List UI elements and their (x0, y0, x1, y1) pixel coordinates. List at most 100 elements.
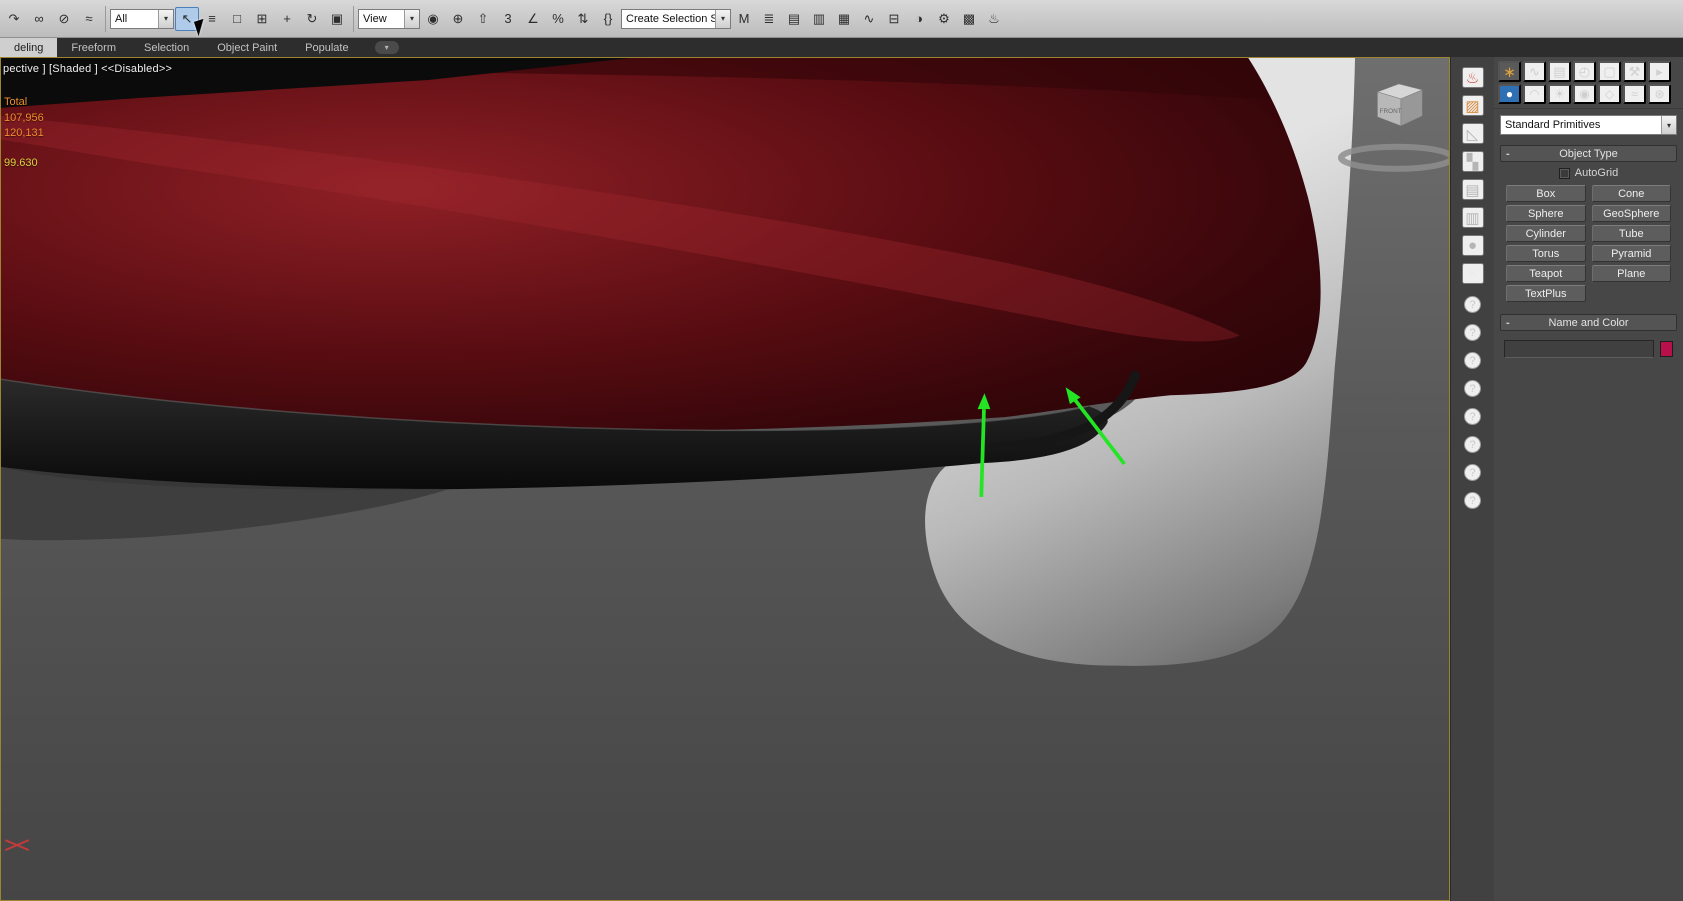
sphere-icon[interactable]: ● (1461, 235, 1484, 256)
stack-icon[interactable]: ▤ (1461, 179, 1484, 200)
angle-snap-icon[interactable]: ∠ (521, 7, 545, 31)
category-geometry[interactable]: ● (1498, 84, 1521, 104)
primitive-button[interactable]: GeoSphere (1591, 205, 1671, 222)
tab-motion[interactable]: ◴ (1573, 61, 1596, 82)
primitive-button[interactable]: Torus (1506, 245, 1586, 262)
use-pivot-center-icon[interactable]: ◉ (421, 7, 445, 31)
keyboard-override-icon[interactable]: ⇧ (471, 7, 495, 31)
window-crossing-icon[interactable]: ⊞ (250, 7, 274, 31)
checker-icon[interactable]: ▚ (1461, 151, 1484, 172)
primitive-button[interactable]: Pyramid (1591, 245, 1671, 262)
select-and-move-icon[interactable]: + (275, 7, 299, 31)
tab-hierarchy[interactable]: ▤ (1548, 61, 1571, 82)
primitive-button[interactable]: Plane (1591, 265, 1671, 282)
question-icon[interactable]: ? (1464, 492, 1481, 509)
primitive-button[interactable]: TextPlus (1506, 285, 1586, 302)
selection-filter-dropdown[interactable]: All ▾ (110, 8, 174, 29)
viewport-label[interactable]: pective ] [Shaded ] <<Disabled>> (3, 63, 172, 75)
rect-selection-region-icon[interactable]: □ (225, 7, 249, 31)
select-by-name-icon[interactable]: ≡ (200, 7, 224, 31)
material-editor-icon[interactable]: ◑ (907, 7, 931, 31)
side-toolbar-strip: ♨ ▨ ◺ ▚ ▤ ▥ ● × ???????? (1450, 57, 1494, 901)
coordinate-system-dropdown[interactable]: View ▾ (358, 8, 420, 29)
object-type-rollout-header[interactable]: - Object Type (1500, 145, 1677, 162)
primitive-type-dropdown[interactable]: Standard Primitives ▾ (1500, 115, 1677, 135)
category-lights[interactable]: ☀ (1548, 84, 1571, 104)
scene-explorer-icon[interactable]: ▥ (807, 7, 831, 31)
category-spacewarps[interactable]: ≈ (1623, 84, 1646, 104)
ribbon-tab[interactable]: Object Paint (203, 38, 291, 57)
select-and-scale-icon[interactable]: ▣ (325, 7, 349, 31)
ribbon-tab[interactable]: Populate (291, 38, 362, 57)
viewcube-face-label: FRONT (1380, 108, 1402, 115)
primitive-button[interactable]: Cylinder (1506, 225, 1586, 242)
name-color-row (1494, 331, 1683, 367)
unlink-selection-icon[interactable]: ⊘ (52, 7, 76, 31)
category-helpers[interactable]: ◇ (1598, 84, 1621, 104)
question-icon[interactable]: ? (1464, 464, 1481, 481)
edit-named-sets-icon[interactable]: {} (596, 7, 620, 31)
render-production-icon[interactable]: ♨ (982, 7, 1006, 31)
render-setup-icon[interactable]: ⚙ (932, 7, 956, 31)
rendered-frame-icon[interactable]: ▩ (957, 7, 981, 31)
select-object-icon[interactable]: ↖ (175, 6, 199, 31)
autogrid-checkbox[interactable] (1558, 167, 1570, 179)
manage-layers-icon[interactable]: ▤ (782, 7, 806, 31)
command-panel-tabs: ∗ ∿ ▤ ◴ ▢ ⚒ ▸ (1494, 57, 1683, 83)
category-shapes[interactable]: ◠ (1523, 84, 1546, 104)
category-cameras[interactable]: ◉ (1573, 84, 1596, 104)
question-icon[interactable]: ? (1464, 296, 1481, 313)
ribbon-tab[interactable]: deling (0, 38, 58, 57)
object-name-field[interactable] (1504, 340, 1654, 358)
stats-verts-value: 120,131 (4, 127, 44, 139)
select-and-manipulate-icon[interactable]: ⊕ (446, 7, 470, 31)
tab-modify[interactable]: ∿ (1523, 61, 1546, 82)
viewport-statistics: Total 107,956 120,131 99.630 (4, 95, 44, 171)
selection-filter-value: All (115, 12, 128, 25)
align-icon[interactable]: ≣ (757, 7, 781, 31)
tab-create[interactable]: ∗ (1498, 61, 1521, 82)
mirror-icon[interactable]: M (732, 7, 756, 31)
ruler-icon[interactable]: ◺ (1461, 123, 1484, 144)
ribbon-tab[interactable]: Freeform (57, 38, 130, 57)
tab-utilities[interactable]: ⚒ (1623, 61, 1646, 82)
select-and-rotate-icon[interactable]: ↻ (300, 7, 324, 31)
category-systems[interactable]: ⊛ (1648, 84, 1671, 104)
schematic-view-icon[interactable]: ⊟ (882, 7, 906, 31)
ribbon-toggle-icon[interactable]: ▦ (832, 7, 856, 31)
spinner-snap-icon[interactable]: ⇅ (571, 7, 595, 31)
ribbon-config-button[interactable]: ▾ (374, 41, 399, 54)
redo-icon[interactable]: ↷ (2, 7, 26, 31)
bucket-icon[interactable]: ▨ (1461, 95, 1484, 116)
teapot-icon[interactable]: ♨ (1461, 67, 1484, 88)
chevron-down-icon: ▾ (404, 9, 419, 28)
percent-snap-icon[interactable]: % (546, 7, 570, 31)
primitive-button[interactable]: Teapot (1506, 265, 1586, 282)
curve-editor-icon[interactable]: ∿ (857, 7, 881, 31)
command-panel: ∗ ∿ ▤ ◴ ▢ ⚒ ▸ ● ◠ ☀ ◉ ◇ ≈ ⊛ Standard Primitives ▾ - … (1494, 57, 1683, 901)
viewport-canvas[interactable]: FRONT (1, 58, 1449, 900)
object-color-swatch[interactable] (1660, 341, 1673, 357)
question-icon[interactable]: ? (1464, 408, 1481, 425)
toolbar-separator (353, 5, 354, 32)
main-area: FRONT pective ] [Shaded ] <<Disabled>> T… (0, 57, 1683, 901)
bind-to-space-warp-icon[interactable]: ≈ (77, 7, 101, 31)
question-icon[interactable]: ? (1464, 436, 1481, 453)
ribbon-tab[interactable]: Selection (130, 38, 203, 57)
window-icon[interactable]: ▥ (1461, 207, 1484, 228)
primitive-button[interactable]: Sphere (1506, 205, 1586, 222)
tab-display[interactable]: ▢ (1598, 61, 1621, 82)
question-icon[interactable]: ? (1464, 324, 1481, 341)
select-and-link-icon[interactable]: ∞ (27, 7, 51, 31)
name-color-rollout-header[interactable]: - Name and Color (1500, 314, 1677, 331)
primitive-button[interactable]: Box (1506, 185, 1586, 202)
close-icon[interactable]: × (1461, 263, 1484, 284)
tab-overflow-arrow[interactable]: ▸ (1648, 61, 1671, 82)
primitive-button[interactable]: Cone (1591, 185, 1671, 202)
perspective-viewport[interactable]: FRONT pective ] [Shaded ] <<Disabled>> T… (0, 57, 1450, 901)
primitive-button[interactable]: Tube (1591, 225, 1671, 242)
named-selection-sets-dropdown[interactable]: Create Selection Se ▾ (621, 8, 731, 29)
question-icon[interactable]: ? (1464, 380, 1481, 397)
question-icon[interactable]: ? (1464, 352, 1481, 369)
snap-toggle-3d-icon[interactable]: 3 (496, 7, 520, 31)
